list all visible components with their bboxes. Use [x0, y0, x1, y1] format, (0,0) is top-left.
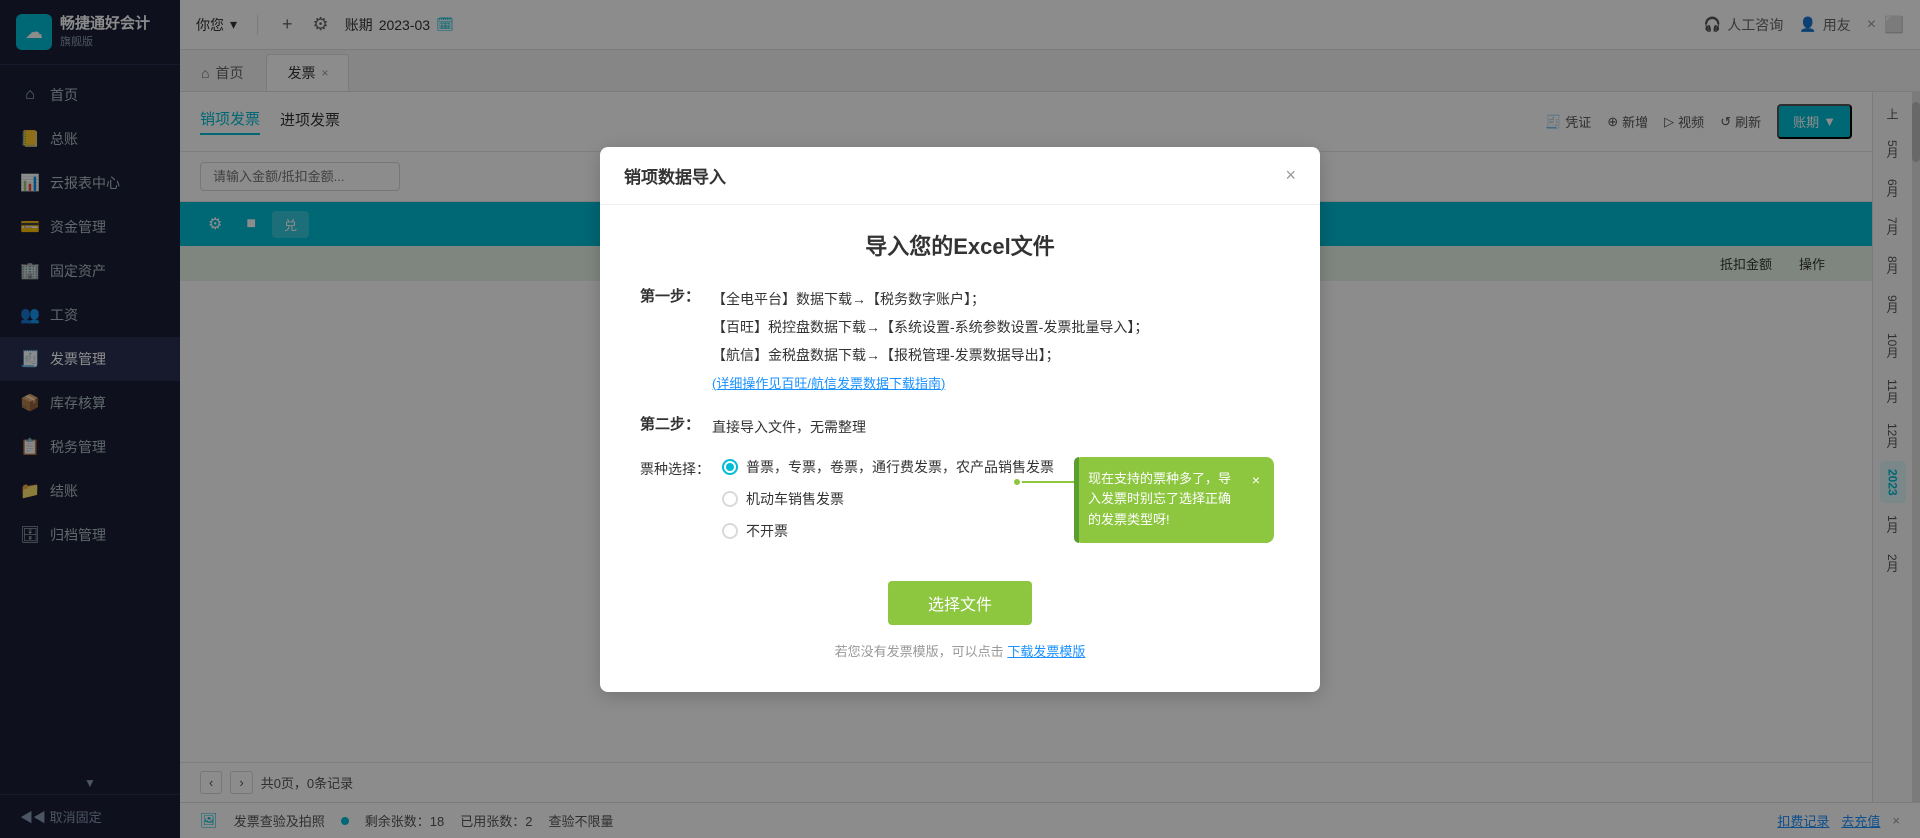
radio-normal-dot — [726, 463, 734, 471]
step2-label: 第二步： — [640, 413, 700, 441]
modal-step2: 第二步： 直接导入文件，无需整理 — [640, 413, 1280, 441]
radio-noticket-circle — [722, 523, 738, 539]
step1-content: 【全电平台】数据下载→【税务数字账户】； 【百旺】税控盘数据下载→【系统设置-系… — [712, 285, 1148, 397]
step1-line2: 【百旺】税控盘数据下载→【系统设置-系统参数设置-发票批量导入】； — [712, 313, 1148, 341]
radio-normal[interactable]: 普票，专票，卷票，通行费发票，农产品销售发票 — [722, 457, 1054, 477]
modal-step1: 第一步： 【全电平台】数据下载→【税务数字账户】； 【百旺】税控盘数据下载→【系… — [640, 285, 1280, 397]
ticket-label: 票种选择： — [640, 459, 710, 479]
modal-close-button[interactable]: × — [1285, 165, 1296, 186]
step1-line1: 【全电平台】数据下载→【税务数字账户】； — [712, 285, 1148, 313]
step2-content: 直接导入文件，无需整理 — [712, 413, 866, 441]
step1-line3: 【航信】金税盘数据下载→【报税管理-发票数据导出】； — [712, 341, 1148, 369]
import-modal: 销项数据导入 × 导入您的Excel文件 第一步： 【全电平台】数据下载→【税务… — [600, 147, 1320, 692]
radio-noticket[interactable]: 不开票 — [722, 521, 1054, 541]
tooltip-connector-line — [1014, 481, 1074, 483]
modal-title: 销项数据导入 — [624, 163, 726, 188]
radio-motor-circle — [722, 491, 738, 507]
modal-header: 销项数据导入 × — [600, 147, 1320, 205]
select-file-button[interactable]: 选择文件 — [888, 581, 1032, 625]
tooltip-dot — [1012, 477, 1022, 487]
step1-label: 第一步： — [640, 285, 700, 397]
tooltip-close-button[interactable]: × — [1252, 469, 1260, 491]
modal-footer: 若您没有发票模版，可以点击 下载发票模版 — [640, 641, 1280, 660]
ticket-type-row: 票种选择： 普票，专票，卷票，通行费发票，农产品销售发票 机动车销售发票 — [640, 457, 1280, 565]
modal-main-title: 导入您的Excel文件 — [640, 229, 1280, 261]
modal-body: 导入您的Excel文件 第一步： 【全电平台】数据下载→【税务数字账户】； 【百… — [600, 205, 1320, 692]
tooltip-text: 现在支持的票种多了，导入发票时别忘了选择正确的发票类型呀! — [1088, 471, 1231, 528]
modal-overlay: 销项数据导入 × 导入您的Excel文件 第一步： 【全电平台】数据下载→【税务… — [0, 0, 1920, 838]
radio-normal-circle — [722, 459, 738, 475]
step1-guide-link[interactable]: (详细操作见百旺/航信发票数据下载指南) — [712, 376, 945, 391]
tooltip-container: × 现在支持的票种多了，导入发票时别忘了选择正确的发票类型呀! — [1074, 457, 1274, 543]
radio-motor[interactable]: 机动车销售发票 — [722, 489, 1054, 509]
tooltip-bar — [1074, 457, 1079, 543]
download-template-link[interactable]: 下载发票模版 — [1007, 644, 1085, 659]
radio-group: 普票，专票，卷票，通行费发票，农产品销售发票 机动车销售发票 不开票 — [722, 457, 1054, 541]
tooltip-bubble: × 现在支持的票种多了，导入发票时别忘了选择正确的发票类型呀! — [1074, 457, 1274, 543]
